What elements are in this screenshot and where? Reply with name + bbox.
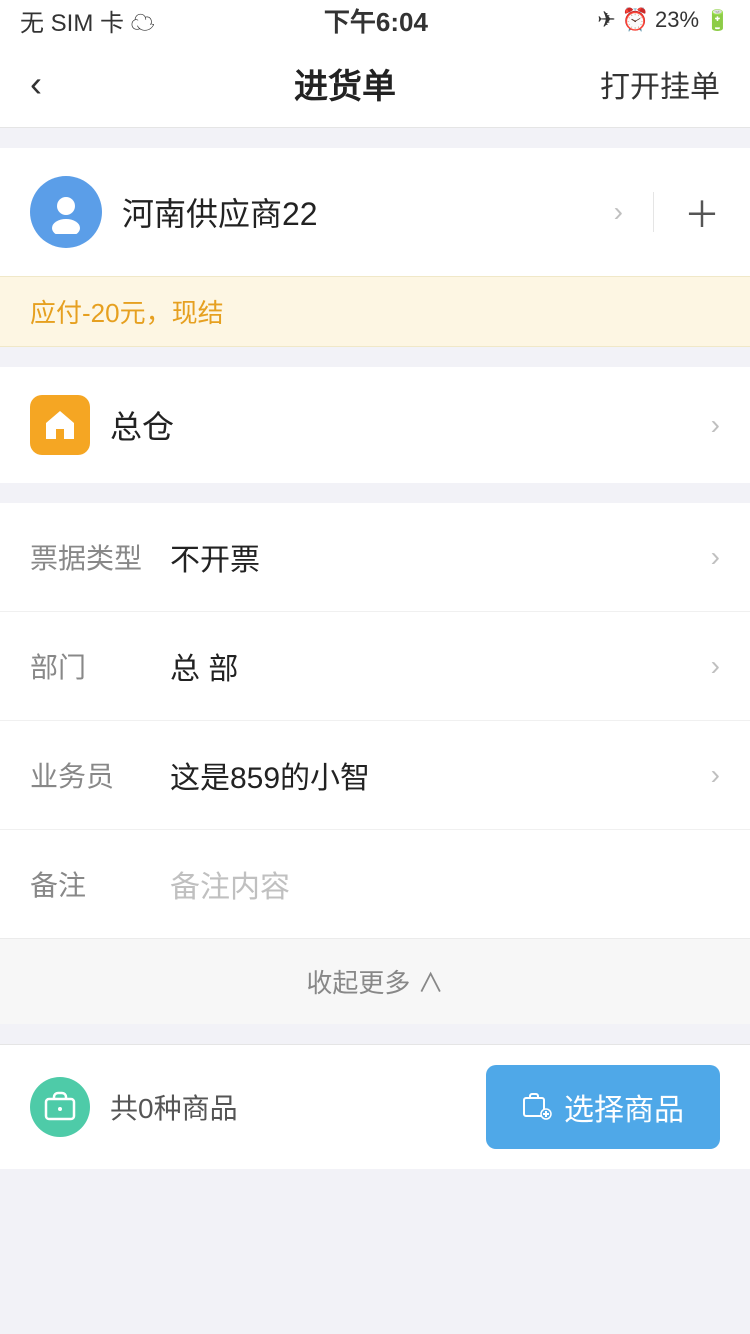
section-gap-2 (0, 347, 750, 367)
section-gap-3 (0, 483, 750, 503)
status-time: 下午6:04 (324, 2, 428, 39)
status-bar: 无 SIM 卡 ☁ 下午6:04 ✈ ⏰ 23% 🔋 (0, 0, 750, 40)
department-label: 部门 (30, 646, 170, 686)
bottom-bar: 共0种商品 选择商品 (0, 1044, 750, 1169)
location-icon: ✈ (597, 7, 615, 33)
supplier-section: 河南供应商22 › ＋ 应付-20元，现结 (0, 148, 750, 347)
warehouse-chevron-icon: › (711, 409, 720, 441)
salesman-row[interactable]: 业务员 这是859的小智 › (0, 721, 750, 830)
house-icon (42, 407, 78, 443)
battery-icon: 🔋 (705, 8, 730, 33)
supplier-avatar (30, 176, 102, 248)
supplier-name: 河南供应商22 (122, 189, 614, 235)
add-supplier-button[interactable]: ＋ (684, 186, 720, 238)
invoice-type-row[interactable]: 票据类型 不开票 › (0, 503, 750, 612)
remark-input[interactable]: 备注内容 (170, 862, 720, 906)
collapse-button[interactable]: 收起更多 ∧ (0, 938, 750, 1024)
notice-bar: 应付-20元，现结 (0, 276, 750, 347)
open-pending-button[interactable]: 打开挂单 (600, 62, 720, 106)
salesman-value: 这是859的小智 (170, 753, 711, 797)
salesman-label: 业务员 (30, 755, 170, 795)
remark-row[interactable]: 备注 备注内容 (0, 830, 750, 938)
avatar-icon (44, 190, 88, 234)
department-value: 总 部 (170, 644, 711, 688)
warehouse-row[interactable]: 总仓 › (0, 367, 750, 483)
back-button[interactable]: ‹ (30, 63, 90, 105)
vertical-divider (653, 192, 654, 232)
select-product-button[interactable]: 选择商品 (486, 1065, 720, 1149)
warehouse-section: 总仓 › (0, 367, 750, 483)
battery-label: 23% (655, 7, 699, 33)
page-title: 进货单 (294, 59, 396, 108)
status-right: ✈ ⏰ 23% 🔋 (597, 7, 730, 33)
invoice-chevron-icon: › (711, 541, 720, 573)
supplier-chevron-icon: › (614, 196, 623, 228)
cart-icon (42, 1089, 78, 1125)
department-row[interactable]: 部门 总 部 › (0, 612, 750, 721)
salesman-chevron-icon: › (711, 759, 720, 791)
warehouse-icon (30, 395, 90, 455)
product-count-text: 共0种商品 (110, 1087, 466, 1127)
status-left: 无 SIM 卡 ☁ (20, 3, 155, 38)
invoice-type-label: 票据类型 (30, 537, 170, 577)
nav-bar: ‹ 进货单 打开挂单 (0, 40, 750, 128)
alarm-icon: ⏰ (622, 7, 649, 33)
form-section: 票据类型 不开票 › 部门 总 部 › 业务员 这是859的小智 › 备注 备注… (0, 503, 750, 938)
section-gap-4 (0, 1024, 750, 1044)
product-count-icon (30, 1077, 90, 1137)
invoice-type-value: 不开票 (170, 535, 711, 579)
select-product-icon (522, 1092, 552, 1122)
select-product-label: 选择商品 (564, 1085, 684, 1129)
department-chevron-icon: › (711, 650, 720, 682)
warehouse-name: 总仓 (110, 402, 711, 448)
sim-label: 无 SIM 卡 ☁ (20, 3, 155, 38)
remark-label: 备注 (30, 864, 170, 904)
supplier-row[interactable]: 河南供应商22 › ＋ (0, 148, 750, 276)
section-gap-1 (0, 128, 750, 148)
supplier-right-icons: › ＋ (614, 186, 720, 238)
